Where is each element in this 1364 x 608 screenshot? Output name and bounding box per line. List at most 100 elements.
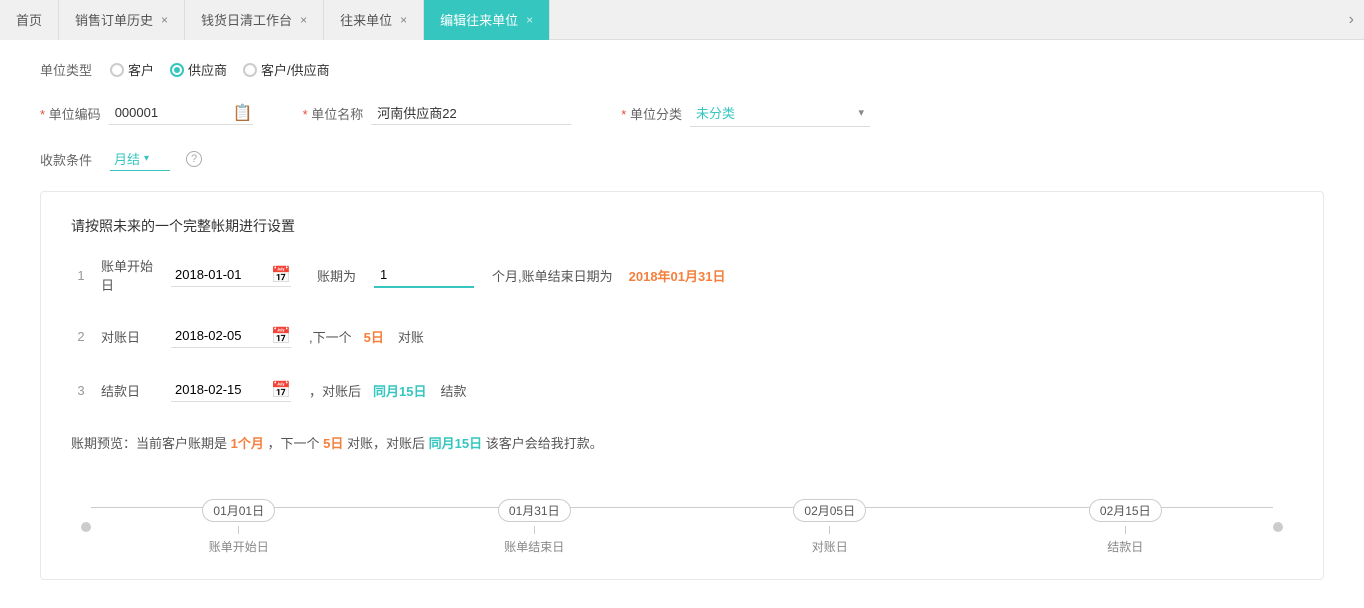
payment-terms-dropdown[interactable]: 月结 ▾	[110, 147, 170, 171]
timeline-node-2-date: 01月31日	[498, 499, 571, 522]
payment-terms-arrow: ▾	[144, 153, 149, 164]
row2-date-input[interactable]	[171, 324, 271, 347]
unit-category-value: 未分类	[696, 103, 854, 122]
row1-date-input[interactable]	[171, 263, 271, 286]
tab-counterpart[interactable]: 往来单位 ×	[324, 0, 424, 40]
tab-edit-counterpart-label: 编辑往来单位	[440, 10, 518, 29]
timeline-node-4: 02月15日 结款日	[1089, 499, 1162, 555]
payment-terms-label: 收款条件	[40, 150, 92, 169]
preview-part2: 5日	[323, 436, 343, 451]
radio-customer-circle	[110, 63, 124, 77]
preview-suffix: 该客户会给我打款。	[486, 436, 603, 451]
tab-sales-history[interactable]: 销售订单历史 ×	[59, 0, 185, 40]
card-title: 请按照未来的一个完整帐期进行设置	[71, 216, 1293, 236]
row2-type: 对账日	[101, 327, 161, 346]
radio-customer-supplier[interactable]: 客户/供应商	[243, 60, 330, 79]
timeline-node-3-label: 对账日	[812, 538, 848, 555]
timeline-node-2: 01月31日 账单结束日	[498, 499, 571, 555]
timeline-node-1-date: 01月01日	[202, 499, 275, 522]
row3-date-input[interactable]	[171, 378, 271, 401]
unit-code-label: 单位编码	[40, 104, 101, 123]
tab-sales-history-close[interactable]: ×	[161, 13, 168, 27]
row1-type: 账单开始日	[101, 256, 161, 294]
timeline-node-1-label: 账单开始日	[209, 538, 269, 555]
preview-part1: 1个月	[231, 436, 264, 451]
setting-row-1: 1 账单开始日 📅 账期为 个月,账单结束日期为 2018年01月31日	[71, 256, 1293, 294]
row3-type: 结款日	[101, 381, 161, 400]
row1-cal-icon[interactable]: 📅	[271, 265, 291, 285]
timeline-node-1: 01月01日 账单开始日	[202, 499, 275, 555]
timeline-container: 01月01日 账单开始日 01月31日 账单结束日 02月05日 对账	[81, 479, 1283, 555]
timeline-node-3: 02月05日 对账日	[793, 499, 866, 555]
row2-highlight: 5日	[364, 327, 384, 346]
timeline-node-4-tick	[1125, 526, 1126, 534]
timeline-node-1-tick	[238, 526, 239, 534]
radio-supplier-label: 供应商	[188, 60, 227, 79]
unit-name-label: 单位名称	[303, 104, 364, 123]
timeline-left-dot	[81, 522, 91, 532]
preview-part3: 同月15日	[429, 436, 482, 451]
row3-cal-icon[interactable]: 📅	[271, 380, 291, 400]
unit-code-icon[interactable]: 📋	[233, 103, 253, 123]
unit-type-row: 单位类型 客户 供应商 客户/供应商	[40, 60, 1324, 79]
tab-edit-counterpart[interactable]: 编辑往来单位 ×	[424, 0, 550, 40]
timeline-right-dot	[1273, 522, 1283, 532]
settings-card: 请按照未来的一个完整帐期进行设置 1 账单开始日 📅 账期为 个月,账单结束日期…	[40, 191, 1324, 580]
radio-customer-supplier-circle	[243, 63, 257, 77]
row2-suffix: 对账	[398, 327, 424, 346]
row1-period-input[interactable]	[374, 263, 474, 288]
row3-prefix: ，对账后	[309, 381, 361, 400]
tabs-bar: 首页 销售订单历史 × 钱货日清工作台 × 往来单位 × 编辑往来单位 × ›	[0, 0, 1364, 40]
unit-category-group: 单位分类 未分类 ▾	[621, 99, 870, 127]
row1-num: 1	[71, 268, 91, 283]
preview-sep2: 对账，对账后	[347, 436, 425, 451]
timeline-node-2-tick	[534, 526, 535, 534]
row3-date-field: 📅	[171, 378, 291, 402]
row3-suffix: 结款	[440, 381, 466, 400]
payment-terms-value: 月结	[114, 149, 140, 168]
unit-name-group: 单位名称	[303, 101, 572, 125]
unit-category-label: 单位分类	[621, 104, 682, 123]
unit-name-input[interactable]	[371, 101, 571, 125]
radio-customer-supplier-label: 客户/供应商	[261, 60, 330, 79]
preview-prefix: 账期预览：当前客户账期是	[71, 436, 227, 451]
row1-period-label: 账期为	[317, 266, 356, 285]
radio-group-unit-type: 客户 供应商 客户/供应商	[110, 60, 330, 79]
tab-counterpart-close[interactable]: ×	[400, 13, 407, 27]
row2-date-field: 📅	[171, 324, 291, 348]
setting-row-2: 2 对账日 📅 ,下一个 5日 对账	[71, 324, 1293, 348]
tab-cash-workbench[interactable]: 钱货日清工作台 ×	[185, 0, 324, 40]
unit-code-group: 单位编码 📋	[40, 101, 253, 125]
row1-period-unit: 个月,账单结束日期为	[492, 266, 613, 285]
tab-counterpart-label: 往来单位	[340, 10, 392, 29]
row1-date-field: 📅	[171, 263, 291, 287]
setting-row-3: 3 结款日 📅 ，对账后 同月15日 结款	[71, 378, 1293, 402]
tab-home-label: 首页	[16, 10, 42, 29]
row2-cal-icon[interactable]: 📅	[271, 326, 291, 346]
timeline-node-3-date: 02月05日	[793, 499, 866, 522]
main-content: 单位类型 客户 供应商 客户/供应商 单位编码 📋 单	[0, 40, 1364, 608]
timeline-node-2-label: 账单结束日	[504, 538, 564, 555]
unit-code-input-wrap: 📋	[109, 101, 253, 125]
row3-num: 3	[71, 383, 91, 398]
unit-code-input[interactable]	[109, 101, 229, 124]
row2-prefix: ,下一个	[309, 327, 352, 346]
tab-home[interactable]: 首页	[0, 0, 59, 40]
radio-supplier[interactable]: 供应商	[170, 60, 227, 79]
timeline-node-3-tick	[829, 526, 830, 534]
payment-terms-row: 收款条件 月结 ▾ ?	[40, 147, 1324, 171]
radio-customer[interactable]: 客户	[110, 60, 154, 79]
tab-scroll-arrow[interactable]: ›	[1339, 11, 1364, 29]
unit-category-arrow: ▾	[858, 106, 864, 119]
radio-supplier-circle	[170, 63, 184, 77]
radio-customer-label: 客户	[128, 60, 154, 79]
help-icon[interactable]: ?	[186, 151, 202, 167]
unit-type-label: 单位类型	[40, 60, 92, 79]
row2-num: 2	[71, 329, 91, 344]
tab-cash-workbench-close[interactable]: ×	[300, 13, 307, 27]
tab-sales-history-label: 销售订单历史	[75, 10, 153, 29]
row1-period-highlight: 2018年01月31日	[629, 266, 726, 285]
preview-text: 账期预览：当前客户账期是 1个月 ，下一个 5日 对账，对账后 同月15日 该客…	[71, 432, 1293, 455]
unit-category-dropdown[interactable]: 未分类 ▾	[690, 99, 870, 127]
tab-edit-counterpart-close[interactable]: ×	[526, 13, 533, 27]
